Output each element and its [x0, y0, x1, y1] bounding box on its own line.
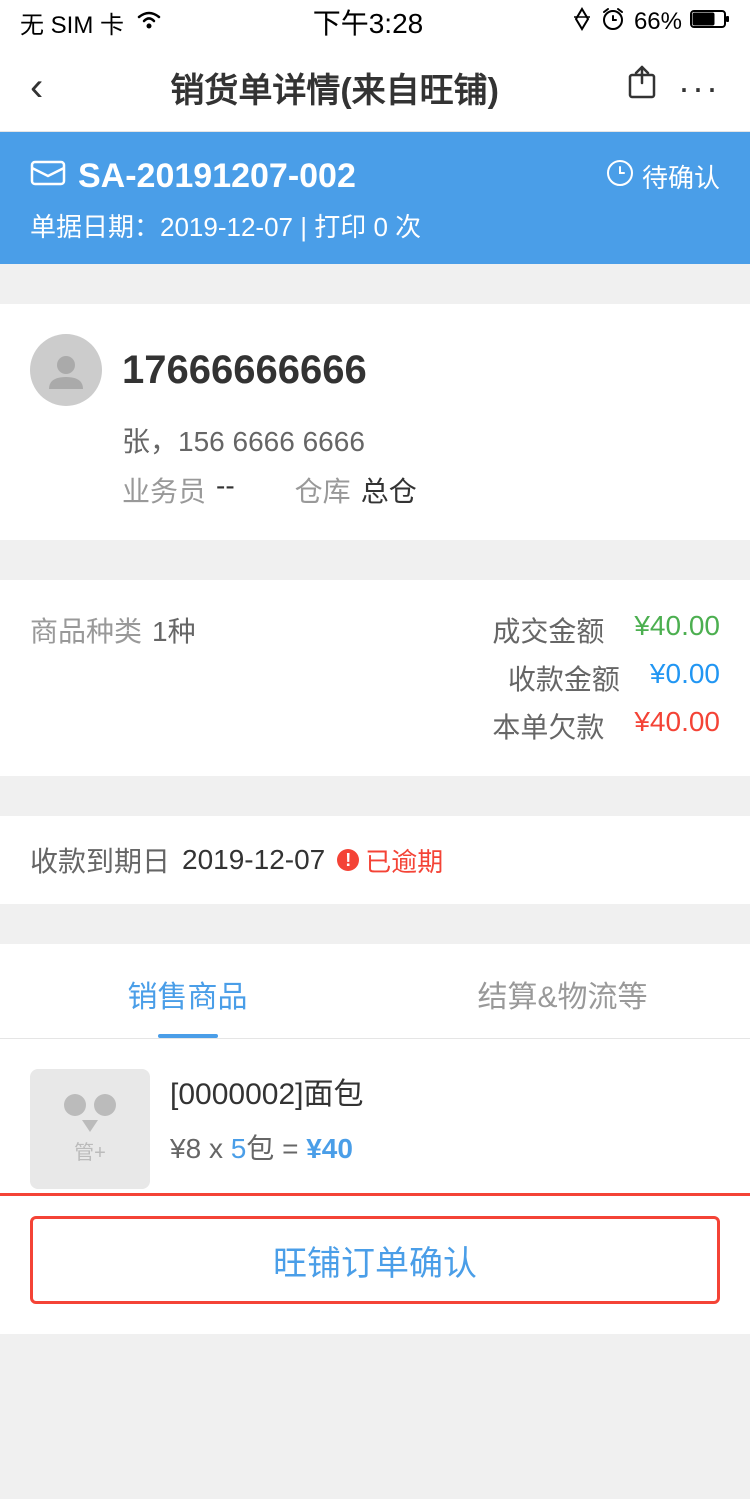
- product-type-item: 商品种类 1种: [30, 610, 196, 650]
- status-clock-icon: [606, 159, 634, 194]
- owl-left-eye: [64, 1094, 86, 1116]
- due-section: 收款到期日 2019-12-07 ! 已逾期: [0, 816, 750, 904]
- owl-text: 管+: [74, 1136, 106, 1165]
- sim-text: 无 SIM 卡: [20, 5, 124, 40]
- overdue-text: 已逾期: [365, 842, 443, 879]
- multiply-x: x: [209, 1133, 223, 1164]
- qty-value: 5: [231, 1133, 247, 1164]
- wifi-icon: [134, 8, 164, 37]
- warehouse-value: 总仓: [361, 470, 417, 510]
- nav-bar: ‹ 销货单详情(来自旺铺) ···: [0, 44, 750, 132]
- status-text: 待确认: [642, 158, 720, 195]
- product-thumbnail: 管+: [30, 1069, 150, 1189]
- alarm-icon: [600, 6, 626, 39]
- received-label: 收款金额: [508, 658, 620, 698]
- customer-section: 17666666666 张，156 6666 6666 业务员 -- 仓库 总仓: [0, 304, 750, 540]
- battery-percent: 66%: [634, 8, 682, 36]
- tabs-header: 销售商品 结算&物流等: [0, 944, 750, 1039]
- product-name: [0000002]面包: [170, 1069, 720, 1113]
- more-button[interactable]: ···: [678, 67, 720, 109]
- qty-unit: 包: [246, 1133, 274, 1164]
- nav-actions: ···: [626, 65, 720, 110]
- customer-meta: 业务员 -- 仓库 总仓: [30, 470, 720, 510]
- received-row: 收款金额 ¥0.00: [508, 658, 720, 698]
- confirm-btn-wrap: 旺铺订单确认: [0, 1193, 750, 1334]
- order-id: SA-20191207-002: [30, 156, 356, 197]
- salesperson-value: --: [216, 470, 235, 510]
- order-header-banner: SA-20191207-002 待确认 单据日期：2019-12-07 | 打印…: [0, 132, 750, 264]
- amount-row: 成交金额 ¥40.00: [492, 610, 720, 650]
- owl-eyes: [64, 1094, 116, 1116]
- tab-sales-products[interactable]: 销售商品: [0, 944, 375, 1038]
- product-type-label: 商品种类: [30, 610, 142, 650]
- salesperson-item: 业务员 --: [122, 470, 235, 510]
- avatar: [30, 334, 102, 406]
- location-icon: [572, 7, 592, 38]
- confirm-order-button[interactable]: 旺铺订单确认: [30, 1216, 720, 1304]
- page-title: 销货单详情(来自旺铺): [170, 63, 499, 112]
- due-date: 2019-12-07: [182, 844, 325, 876]
- order-status: 待确认: [606, 158, 720, 195]
- back-button[interactable]: ‹: [30, 65, 43, 110]
- due-label: 收款到期日: [30, 840, 170, 880]
- equals-sign: =: [282, 1133, 306, 1164]
- product-type-value: 1种: [152, 610, 196, 650]
- warehouse-label: 仓库: [295, 470, 351, 510]
- amount-value: ¥40.00: [634, 610, 720, 650]
- price-unit: ¥8: [170, 1133, 201, 1164]
- owed-value: ¥40.00: [634, 706, 720, 746]
- share-button[interactable]: [626, 65, 658, 110]
- customer-name-phone: 张，156 6666 6666: [30, 420, 720, 460]
- owl-beak: [82, 1120, 98, 1132]
- status-bar-right: 66%: [572, 6, 730, 39]
- product-item: 管+ [0000002]面包 ¥8 x 5包 = ¥40: [0, 1039, 750, 1219]
- summary-section: 商品种类 1种 成交金额 ¥40.00 收款金额 ¥0.00 本单欠款 ¥40.…: [0, 580, 750, 776]
- owed-row: 本单欠款 ¥40.00: [492, 706, 720, 746]
- received-value: ¥0.00: [650, 658, 720, 698]
- salesperson-label: 业务员: [122, 470, 206, 510]
- overdue-icon: !: [337, 849, 359, 871]
- product-price: ¥8 x 5包 = ¥40: [170, 1127, 720, 1167]
- order-header-top: SA-20191207-002 待确认: [30, 156, 720, 197]
- product-info: [0000002]面包 ¥8 x 5包 = ¥40: [170, 1069, 720, 1189]
- status-bar-time: 下午3:28: [313, 2, 424, 42]
- warehouse-item: 仓库 总仓: [295, 470, 417, 510]
- battery-icon: [690, 8, 730, 37]
- owed-label: 本单欠款: [492, 706, 604, 746]
- status-bar-left: 无 SIM 卡: [20, 5, 164, 40]
- tabs-section: 销售商品 结算&物流等 管+ [0000002]面包 ¥8 x: [0, 944, 750, 1219]
- amount-label: 成交金额: [492, 610, 604, 650]
- customer-phone: 17666666666: [122, 348, 367, 393]
- summary-right: 成交金额 ¥40.00 收款金额 ¥0.00 本单欠款 ¥40.00: [492, 610, 720, 746]
- tab-settlement-logistics[interactable]: 结算&物流等: [375, 944, 750, 1038]
- order-id-text: SA-20191207-002: [78, 157, 356, 196]
- total-value: ¥40: [306, 1133, 353, 1164]
- customer-header: 17666666666: [30, 334, 720, 406]
- product-logo: 管+: [64, 1094, 116, 1165]
- summary-left: 商品种类 1种: [30, 610, 196, 650]
- order-date-line: 单据日期：2019-12-07 | 打印 0 次: [30, 207, 720, 244]
- owl-right-eye: [94, 1094, 116, 1116]
- overdue-badge: ! 已逾期: [337, 842, 443, 879]
- status-bar: 无 SIM 卡 下午3:28 66%: [0, 0, 750, 44]
- order-icon: [30, 156, 66, 197]
